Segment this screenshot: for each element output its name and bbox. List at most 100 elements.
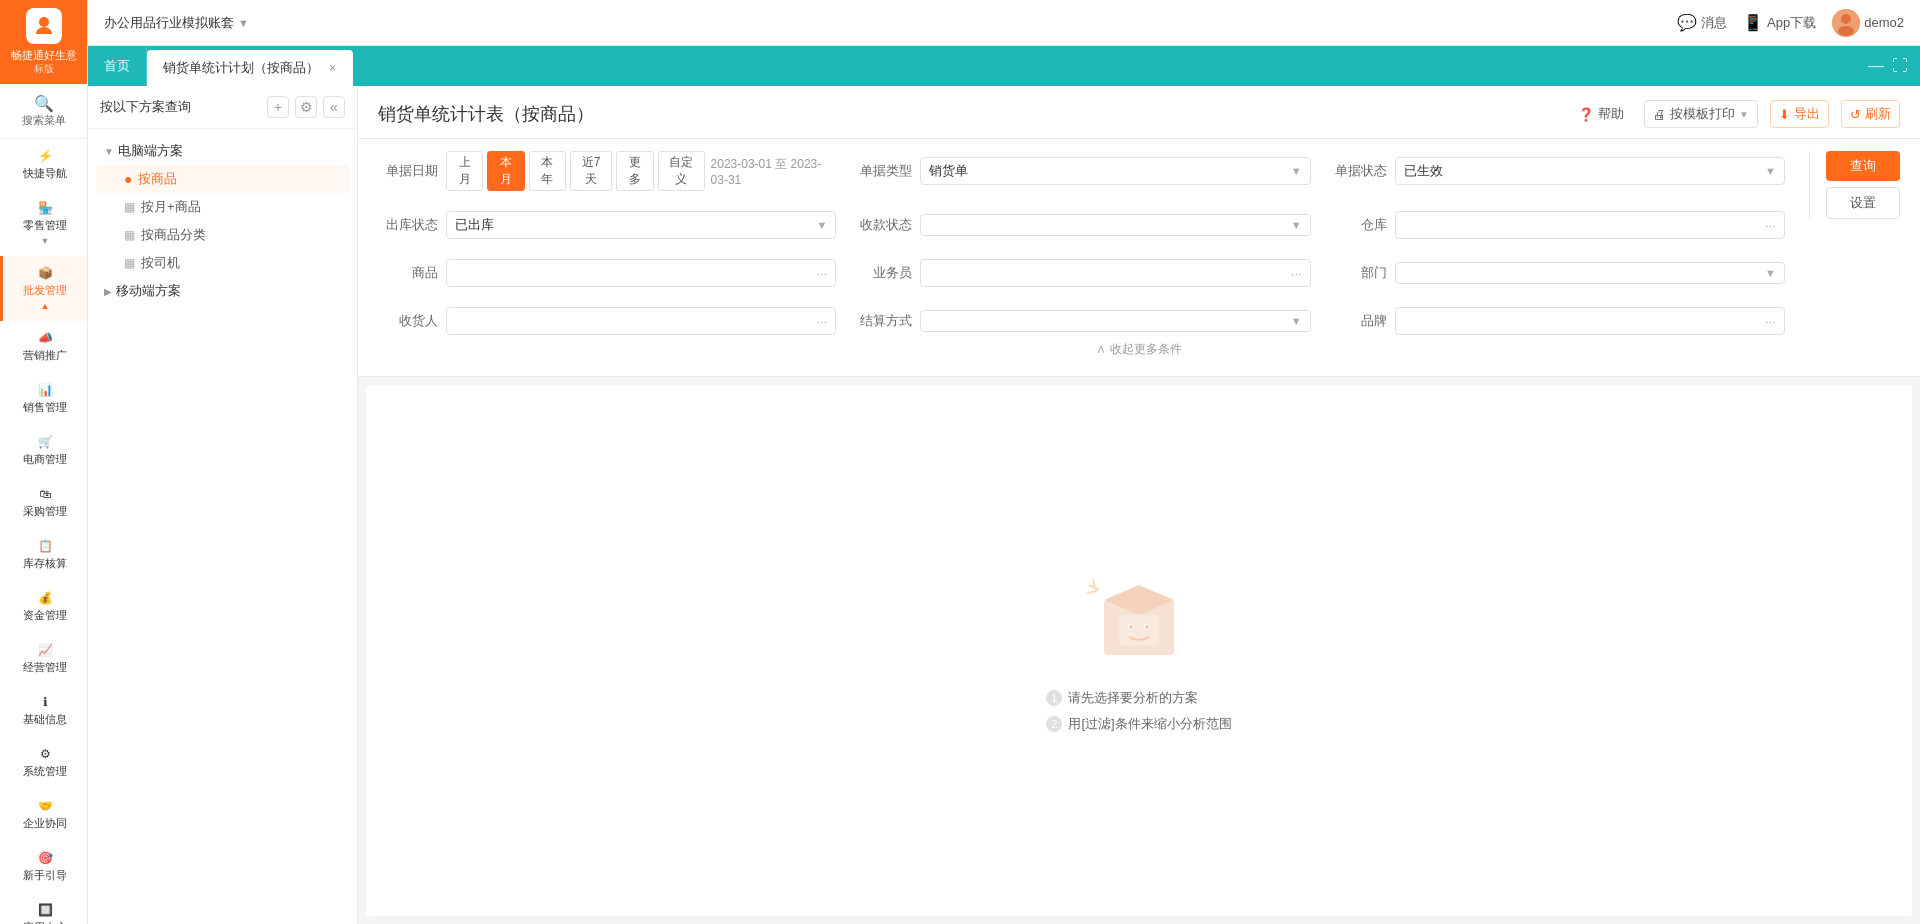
empty-state: 1 请先选择要分析的方案 2 用[过滤]条件来缩小分析范围 <box>366 385 1912 916</box>
sidebar-item-system[interactable]: ⚙ 系统管理 <box>0 737 87 789</box>
settings-scheme-btn[interactable]: ⚙ <box>295 96 317 118</box>
print-btn[interactable]: 🖨 按模板打印 ▼ <box>1644 100 1758 128</box>
salesperson-label: 业务员 <box>852 264 912 282</box>
message-btn[interactable]: 💬 消息 <box>1677 13 1727 32</box>
message-icon: 💬 <box>1677 13 1697 32</box>
help-btn[interactable]: ❓ 帮助 <box>1570 101 1632 127</box>
desktop-scheme-header[interactable]: ▼ 电脑端方案 <box>96 137 349 165</box>
export-btn[interactable]: ⬇ 导出 <box>1770 100 1829 128</box>
warehouse-out-label: 出库状态 <box>378 216 438 234</box>
hint-text-2: 用[过滤]条件来缩小分析范围 <box>1068 711 1231 737</box>
tab-home-label: 首页 <box>104 57 130 75</box>
sales-icon: 📊 <box>38 383 53 397</box>
sidebar-item-retail[interactable]: 🏪 零售管理 ▼ <box>0 191 87 256</box>
industry-arrow: ▼ <box>238 17 249 29</box>
sidebar-item-base-info[interactable]: ℹ 基础信息 <box>0 685 87 737</box>
settlement-select[interactable]: ▼ <box>920 310 1310 332</box>
sidebar-item-guide[interactable]: 🎯 新手引导 <box>0 841 87 893</box>
finance-label: 资金管理 <box>23 608 67 623</box>
filter-doc-type: 单据类型 销货单 ▼ <box>852 157 1326 185</box>
desktop-arrow: ▼ <box>104 146 114 157</box>
industry-selector[interactable]: 办公用品行业模拟账套 ▼ <box>104 14 249 32</box>
query-button[interactable]: 查询 <box>1826 151 1900 181</box>
date-btn-7days[interactable]: 近7天 <box>570 151 613 191</box>
base-info-icon: ℹ <box>43 695 48 709</box>
industry-label: 办公用品行业模拟账套 <box>104 14 234 32</box>
add-scheme-btn[interactable]: + <box>267 96 289 118</box>
sidebar-item-quick-nav[interactable]: ⚡ 快捷导航 <box>0 139 87 191</box>
app-download-label: App下载 <box>1767 14 1816 32</box>
left-panel: 按以下方案查询 + ⚙ « ▼ 电脑端方案 ● 按商品 ▦ <box>88 86 358 924</box>
tabbar: 首页 销货单统计计划（按商品） × — ⛶ <box>88 46 1920 86</box>
date-buttons: 上月 本月 本年 近7天 更多 自定义 <box>446 151 705 191</box>
tab-sales-stats[interactable]: 销货单统计计划（按商品） × <box>147 50 353 86</box>
wholesale-arrow: ▲ <box>41 301 50 311</box>
hint-num-2: 2 <box>1046 716 1062 732</box>
doc-type-select[interactable]: 销货单 ▼ <box>920 157 1310 185</box>
scheme-by-driver[interactable]: ▦ 按司机 <box>96 249 349 277</box>
warehouse-out-arrow: ▼ <box>816 219 827 231</box>
collapse-panel-btn[interactable]: « <box>323 96 345 118</box>
sidebar-item-finance[interactable]: 💰 资金管理 <box>0 581 87 633</box>
scheme-by-goods-category[interactable]: ▦ 按商品分类 <box>96 221 349 249</box>
settings-button[interactable]: 设置 <box>1826 187 1900 219</box>
user-profile[interactable]: demo2 <box>1832 9 1904 37</box>
tab-close-btn[interactable]: × <box>329 61 336 75</box>
sales-label: 销售管理 <box>23 400 67 415</box>
search-menu-item[interactable]: 🔍 搜索菜单 <box>0 84 87 139</box>
salesperson-input[interactable]: ··· <box>920 259 1310 287</box>
warehouse-out-select[interactable]: 已出库 ▼ <box>446 211 836 239</box>
filter-row-1: 单据日期 上月 本月 本年 近7天 更多 自定义 <box>378 151 1801 191</box>
quick-nav-label: 快捷导航 <box>23 166 67 181</box>
sidebar-item-wholesale[interactable]: 📦 批发管理 ▲ <box>0 256 87 321</box>
date-btn-more[interactable]: 更多 <box>616 151 653 191</box>
print-icon: 🖨 <box>1653 107 1666 122</box>
sidebar-item-app-center[interactable]: 🔲 应用中心 <box>0 893 87 924</box>
date-btn-this-month[interactable]: 本月 <box>487 151 524 191</box>
sidebar-item-purchase[interactable]: 🛍 采购管理 <box>0 477 87 529</box>
marketing-label: 营销推广 <box>23 348 67 363</box>
topbar: 办公用品行业模拟账套 ▼ 💬 消息 📱 App下载 <box>88 0 1920 46</box>
dept-arrow: ▼ <box>1765 267 1776 279</box>
svg-point-9 <box>1129 625 1133 629</box>
finance-icon: 💰 <box>38 591 53 605</box>
enterprise-collab-label: 企业协同 <box>23 816 67 831</box>
sidebar-item-enterprise-collab[interactable]: 🤝 企业协同 <box>0 789 87 841</box>
scheme-by-goods[interactable]: ● 按商品 <box>96 165 349 193</box>
doc-status-select[interactable]: 已生效 ▼ <box>1395 157 1785 185</box>
date-btn-this-year[interactable]: 本年 <box>529 151 566 191</box>
collapse-btn[interactable]: ∧ 收起更多条件 <box>378 335 1900 364</box>
date-btn-last-month[interactable]: 上月 <box>446 151 483 191</box>
sidebar-item-marketing[interactable]: 📣 营销推广 <box>0 321 87 373</box>
quick-nav-icon: ⚡ <box>38 149 53 163</box>
mobile-scheme-header[interactable]: ▶ 移动端方案 <box>96 277 349 305</box>
wholesale-icon: 📦 <box>38 266 53 280</box>
scheme-by-month-goods[interactable]: ▦ 按月+商品 <box>96 193 349 221</box>
sidebar-item-ecommerce[interactable]: 🛒 电商管理 <box>0 425 87 477</box>
maximize-btn[interactable]: ⛶ <box>1892 57 1908 75</box>
warehouse-input[interactable]: ··· <box>1395 211 1785 239</box>
payment-select[interactable]: ▼ <box>920 214 1310 236</box>
minimize-btn[interactable]: — <box>1868 57 1884 75</box>
sidebar-item-operations[interactable]: 📈 经营管理 <box>0 633 87 685</box>
date-btn-custom[interactable]: 自定义 <box>658 151 705 191</box>
sidebar-item-inventory[interactable]: 📋 库存核算 <box>0 529 87 581</box>
brand-input[interactable]: ··· <box>1395 307 1785 335</box>
app-name: 畅捷通好生意 <box>11 48 77 62</box>
tab-home[interactable]: 首页 <box>88 46 147 86</box>
app-download-btn[interactable]: 📱 App下载 <box>1743 13 1816 32</box>
sidebar-item-sales[interactable]: 📊 销售管理 <box>0 373 87 425</box>
settlement-label: 结算方式 <box>852 312 912 330</box>
retail-icon: 🏪 <box>38 201 53 215</box>
tab-sales-stats-label: 销货单统计计划（按商品） <box>163 59 319 77</box>
warehouse-label: 仓库 <box>1327 216 1387 234</box>
dept-label: 部门 <box>1327 264 1387 282</box>
filter-row-3: 商品 ··· 业务员 ··· <box>378 259 1801 287</box>
dept-select[interactable]: ▼ <box>1395 262 1785 284</box>
app-logo[interactable]: 畅捷通好生意 标版 <box>0 0 88 84</box>
refresh-btn[interactable]: ↺ 刷新 <box>1841 100 1900 128</box>
receiver-input[interactable]: ··· <box>446 307 836 335</box>
goods-input[interactable]: ··· <box>446 259 836 287</box>
purchase-icon: 🛍 <box>39 487 51 501</box>
warehouse-out-value: 已出库 <box>455 216 494 234</box>
